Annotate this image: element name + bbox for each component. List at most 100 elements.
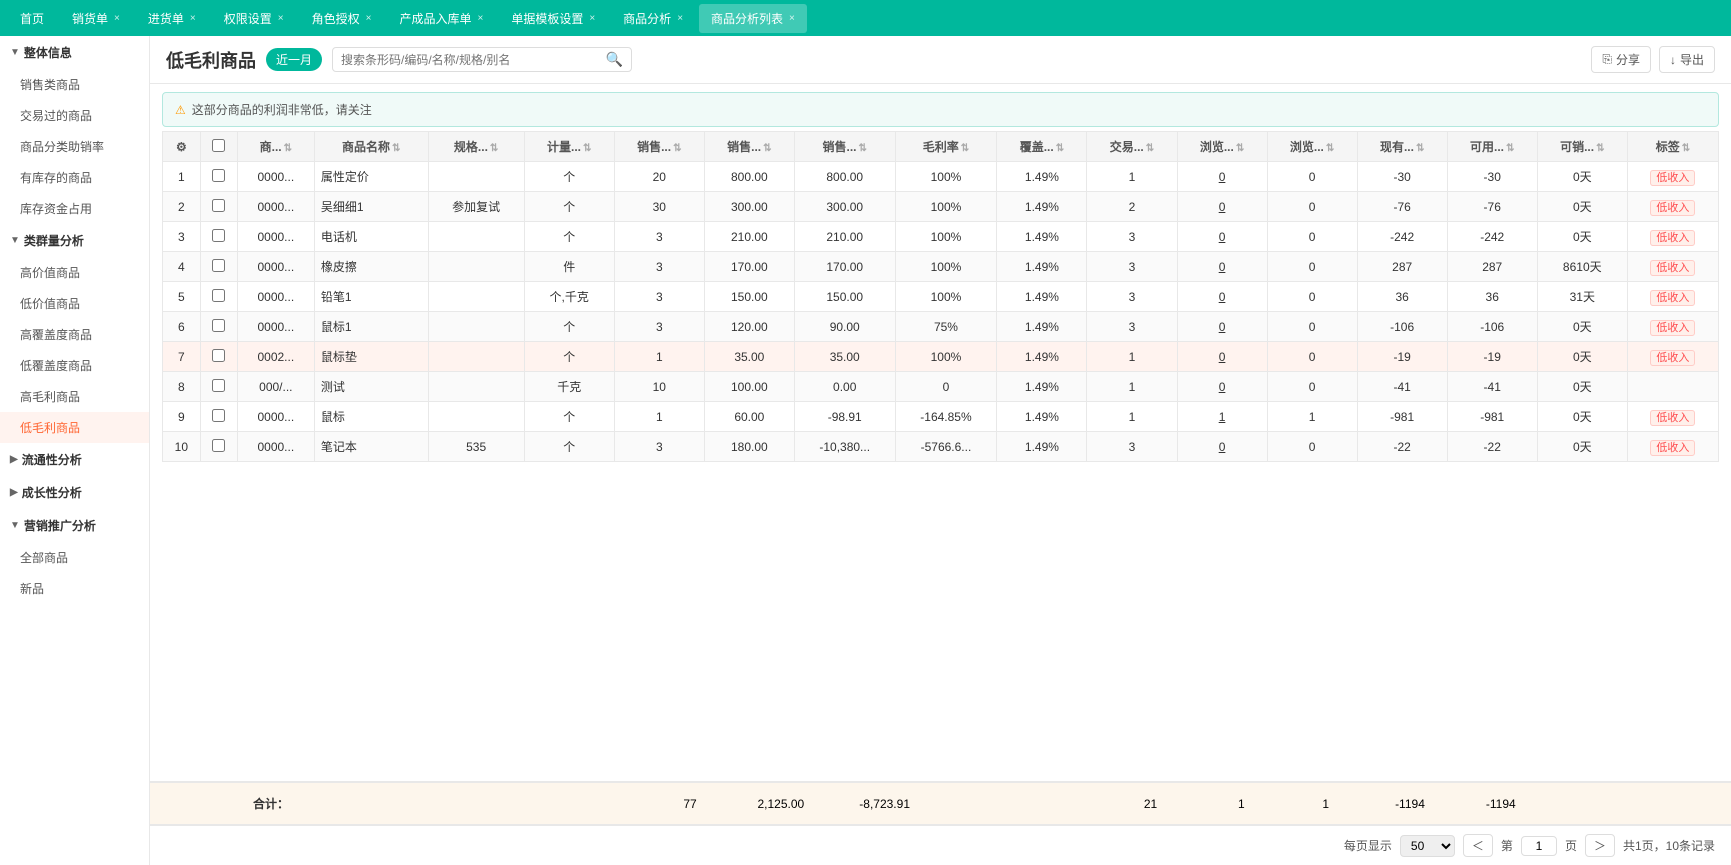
- row-spec: 参加复试: [428, 192, 524, 222]
- row-checkbox[interactable]: [200, 402, 237, 432]
- sidebar-item-high-coverage[interactable]: 高覆盖度商品: [0, 319, 149, 350]
- row-no: 5: [163, 282, 201, 312]
- nav-role-permission[interactable]: 角色授权 ×: [300, 4, 384, 33]
- row-checkbox[interactable]: [200, 162, 237, 192]
- row-checkbox[interactable]: [200, 372, 237, 402]
- sidebar-item-low-coverage[interactable]: 低覆盖度商品: [0, 350, 149, 381]
- col-settings[interactable]: ⚙: [163, 132, 201, 162]
- nav-close-icon[interactable]: ×: [278, 13, 284, 24]
- row-browse1[interactable]: 0: [1177, 222, 1267, 252]
- col-tag[interactable]: 标签⇅: [1627, 132, 1718, 162]
- sidebar-item-new-goods[interactable]: 新品: [0, 573, 149, 604]
- col-sales-qty[interactable]: 销售...⇅: [614, 132, 704, 162]
- nav-home[interactable]: 首页: [8, 4, 56, 33]
- next-page-button[interactable]: ＞: [1585, 834, 1615, 857]
- share-button[interactable]: ⎘ 分享: [1591, 46, 1651, 73]
- export-button[interactable]: ↓ 导出: [1659, 46, 1715, 73]
- row-browse1[interactable]: 1: [1177, 402, 1267, 432]
- col-sales-amount[interactable]: 销售...⇅: [704, 132, 794, 162]
- sidebar-item-low-value[interactable]: 低价值商品: [0, 288, 149, 319]
- search-input[interactable]: [341, 53, 600, 67]
- row-sales-profit: 90.00: [794, 312, 895, 342]
- sidebar-item-stock-capital[interactable]: 库存资金占用: [0, 193, 149, 224]
- col-browse2[interactable]: 浏览...⇅: [1267, 132, 1357, 162]
- sidebar-item-high-value[interactable]: 高价值商品: [0, 257, 149, 288]
- col-browse1[interactable]: 浏览...⇅: [1177, 132, 1267, 162]
- nav-product-inbound[interactable]: 产成品入库单 ×: [387, 4, 495, 33]
- sidebar-item-category-assist[interactable]: 商品分类助销率: [0, 131, 149, 162]
- col-spec[interactable]: 规格...⇅: [428, 132, 524, 162]
- row-browse1[interactable]: 0: [1177, 252, 1267, 282]
- nav-template-settings[interactable]: 单据模板设置 ×: [499, 4, 607, 33]
- row-sales-profit: 170.00: [794, 252, 895, 282]
- select-all-checkbox[interactable]: [212, 139, 225, 152]
- nav-permission-settings[interactable]: 权限设置 ×: [212, 4, 296, 33]
- row-checkbox[interactable]: [200, 282, 237, 312]
- col-available-stock[interactable]: 可用...⇅: [1447, 132, 1537, 162]
- row-browse1[interactable]: 0: [1177, 432, 1267, 462]
- sidebar-item-sales-goods[interactable]: 销售类商品: [0, 69, 149, 100]
- row-coverage: 1.49%: [997, 312, 1087, 342]
- col-sellable-days[interactable]: 可销...⇅: [1537, 132, 1627, 162]
- col-unit[interactable]: 计量...⇅: [524, 132, 614, 162]
- prev-page-button[interactable]: ＜: [1463, 834, 1493, 857]
- row-sales-profit: 800.00: [794, 162, 895, 192]
- sidebar-group-circulation[interactable]: ▶ 流通性分析: [0, 443, 149, 476]
- nav-close-icon[interactable]: ×: [366, 13, 372, 24]
- row-sales-qty: 1: [614, 402, 704, 432]
- nav-close-icon[interactable]: ×: [589, 13, 595, 24]
- row-checkbox[interactable]: [200, 342, 237, 372]
- col-checkbox[interactable]: [200, 132, 237, 162]
- sidebar-item-high-margin[interactable]: 高毛利商品: [0, 381, 149, 412]
- row-name: 电话机: [314, 222, 428, 252]
- col-code[interactable]: 商...⇅: [237, 132, 314, 162]
- row-checkbox[interactable]: [200, 222, 237, 252]
- row-checkbox[interactable]: [200, 312, 237, 342]
- col-current-stock[interactable]: 现有...⇅: [1357, 132, 1447, 162]
- row-sales-qty: 3: [614, 312, 704, 342]
- row-gross-margin: 0: [895, 372, 997, 402]
- search-icon[interactable]: 🔍: [606, 51, 623, 68]
- col-name[interactable]: 商品名称⇅: [314, 132, 428, 162]
- sidebar-group-cluster[interactable]: ▼ 类群量分析: [0, 224, 149, 257]
- row-available-stock: 287: [1447, 252, 1537, 282]
- nav-close-icon[interactable]: ×: [789, 13, 795, 24]
- row-gross-margin: 100%: [895, 252, 997, 282]
- row-checkbox[interactable]: [200, 432, 237, 462]
- col-sales-profit[interactable]: 销售...⇅: [794, 132, 895, 162]
- sidebar-item-traded-goods[interactable]: 交易过的商品: [0, 100, 149, 131]
- sidebar-item-all-goods[interactable]: 全部商品: [0, 542, 149, 573]
- nav-product-analysis[interactable]: 商品分析 ×: [611, 4, 695, 33]
- col-coverage[interactable]: 覆盖...⇅: [997, 132, 1087, 162]
- row-checkbox[interactable]: [200, 252, 237, 282]
- row-browse1[interactable]: 0: [1177, 282, 1267, 312]
- row-unit: 个: [524, 192, 614, 222]
- row-browse1[interactable]: 0: [1177, 342, 1267, 372]
- row-browse1[interactable]: 0: [1177, 162, 1267, 192]
- filter-month-button[interactable]: 近一月: [266, 48, 322, 71]
- sidebar-item-low-margin[interactable]: 低毛利商品: [0, 412, 149, 443]
- nav-product-analysis-list[interactable]: 商品分析列表 ×: [699, 4, 807, 33]
- row-sellable-days: 0天: [1537, 432, 1627, 462]
- row-coverage: 1.49%: [997, 222, 1087, 252]
- row-browse1[interactable]: 0: [1177, 372, 1267, 402]
- page-input[interactable]: [1521, 836, 1557, 856]
- table-container[interactable]: ⚙ 商...⇅ 商品名称⇅ 规格...⇅ 计量...⇅ 销售...⇅ 销售...…: [150, 131, 1731, 781]
- nav-sales-order[interactable]: 销货单 ×: [60, 4, 132, 33]
- sidebar-group-overall[interactable]: ▼ 整体信息: [0, 36, 149, 69]
- nav-close-icon[interactable]: ×: [477, 13, 483, 24]
- col-gross-margin[interactable]: 毛利率⇅: [895, 132, 997, 162]
- row-browse1[interactable]: 0: [1177, 312, 1267, 342]
- per-page-select[interactable]: 50 100 200: [1400, 835, 1455, 857]
- total-available-stock: -1194: [1455, 791, 1546, 816]
- row-browse1[interactable]: 0: [1177, 192, 1267, 222]
- sidebar-group-growth[interactable]: ▶ 成长性分析: [0, 476, 149, 509]
- sidebar-item-stock-goods[interactable]: 有库存的商品: [0, 162, 149, 193]
- col-trade-count[interactable]: 交易...⇅: [1087, 132, 1177, 162]
- nav-close-icon[interactable]: ×: [190, 13, 196, 24]
- row-checkbox[interactable]: [200, 192, 237, 222]
- sidebar-group-marketing[interactable]: ▼ 营销推广分析: [0, 509, 149, 542]
- nav-close-icon[interactable]: ×: [114, 13, 120, 24]
- nav-close-icon[interactable]: ×: [677, 13, 683, 24]
- nav-purchase-order[interactable]: 进货单 ×: [136, 4, 208, 33]
